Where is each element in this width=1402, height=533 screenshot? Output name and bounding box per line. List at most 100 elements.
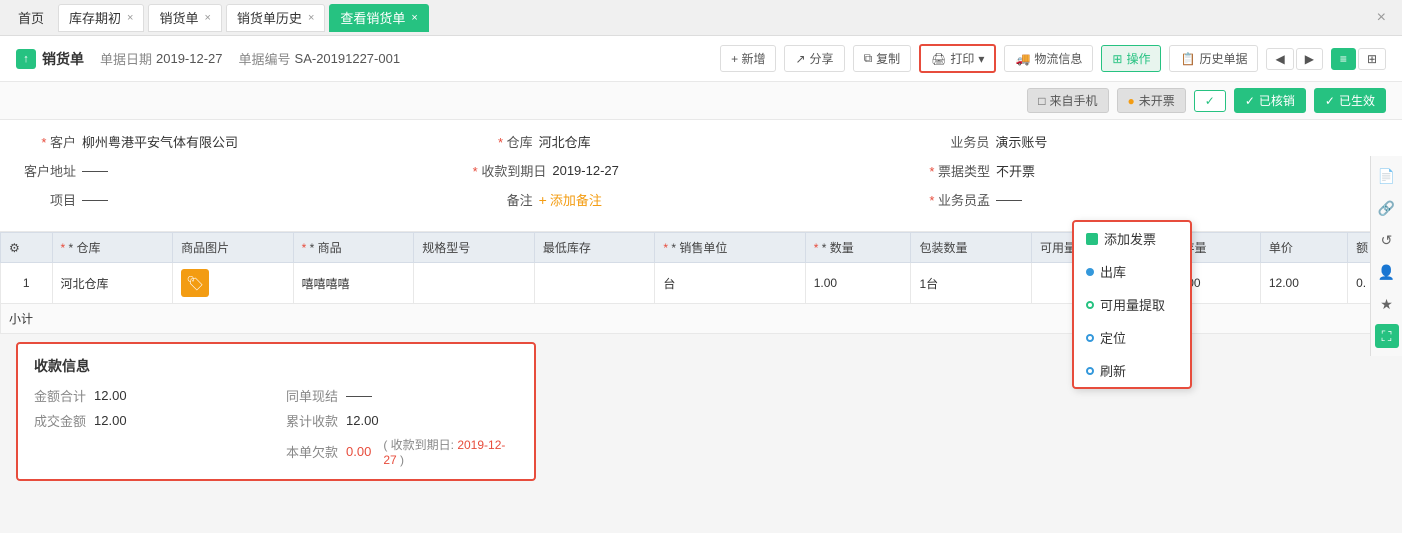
add-note-label: 添加备注 (550, 190, 602, 209)
due-date-value: 2019-12-27 (552, 163, 619, 178)
tab-sales-order-label: 销货单 (159, 8, 198, 27)
doc-number-value: SA-20191227-001 (295, 51, 401, 66)
effective-button[interactable]: ✓ 已生效 (1314, 88, 1386, 113)
right-sidebar: 📄 🔗 ↺ 👤 ★ ⛶ (1370, 156, 1402, 356)
operations-label: 操作 (1126, 50, 1150, 67)
voided-label: 已核销 (1259, 92, 1295, 109)
row-pkg-qty: 1台 (911, 263, 1032, 304)
not-open-icon: ● (1128, 94, 1135, 108)
row-spec (414, 263, 535, 304)
share-button[interactable]: ↗ 分享 (784, 45, 844, 72)
tab-home[interactable]: 首页 (8, 8, 54, 27)
new-button[interactable]: + 新增 (720, 45, 776, 72)
print-button[interactable]: 🖨 打印 ▾ (919, 44, 996, 73)
list-view-button[interactable]: ≡ (1331, 48, 1356, 70)
next-record-button[interactable]: ▶ (1296, 48, 1323, 70)
col-min-stock: 最低库存 (534, 233, 655, 263)
summary-grid: 金额合计 12.00 同单现结 —— 成交金额 12.00 累计收款 12.00… (34, 386, 518, 467)
logistics-button[interactable]: 🚚 物流信息 (1004, 45, 1093, 72)
sub-action-bar: □ 来自手机 ● 未开票 ✓ ✓ 已核销 ✓ 已生效 (0, 82, 1402, 120)
summary-deal-amount: 成交金额 12.00 (34, 411, 266, 430)
add-note-button[interactable]: + 添加备注 (539, 190, 602, 209)
summary-same-order-settlement: 同单现结 —— (286, 386, 518, 405)
cumulative-receipt-label: 累计收款 (286, 411, 338, 430)
product-image-icon: 🏷 (186, 275, 204, 292)
note-label: 备注 (473, 190, 533, 209)
summary-total-amount: 金额合计 12.00 (34, 386, 266, 405)
dropdown-add-invoice[interactable]: 添加发票 (1074, 222, 1190, 255)
warehouse-label: 仓库 (473, 132, 533, 151)
doc-date-field: 单据日期 2019-12-27 (100, 49, 223, 68)
add-invoice-checkbox-icon (1086, 233, 1098, 245)
print-icon: 🖨 (931, 52, 946, 66)
available-pickup-label: 可用量提取 (1100, 295, 1165, 314)
operations-button[interactable]: ⊞ 操作 (1101, 45, 1161, 72)
form-row-1: 客户 柳州粤港平安气体有限公司 仓库 河北仓库 业务员 演示账号 (16, 132, 1386, 151)
tab-bar: 首页 库存期初 × 销货单 × 销货单历史 × 查看销货单 × × (0, 0, 1402, 36)
tab-inventory-init-close[interactable]: × (127, 12, 133, 24)
sidebar-refresh-icon[interactable]: ↺ (1375, 228, 1399, 252)
product-image: 🏷 (181, 269, 209, 297)
copy-button[interactable]: ⧉ 复制 (853, 45, 912, 72)
voided-button[interactable]: ✓ 已核销 (1234, 88, 1306, 113)
confirm-button[interactable]: ✓ (1194, 90, 1226, 112)
same-order-settlement-label: 同单现结 (286, 386, 338, 405)
sidebar-doc-icon[interactable]: 📄 (1375, 164, 1399, 188)
history-button[interactable]: 📋 历史单据 (1169, 45, 1258, 72)
logistics-label: 物流信息 (1034, 50, 1082, 67)
col-pkg-qty: 包装数量 (911, 233, 1032, 263)
form-row-3: 项目 —— 备注 + 添加备注 业务员孟 —— (16, 190, 1386, 209)
project-label: 项目 (16, 190, 76, 209)
ticket-type-label: 票据类型 (929, 161, 990, 180)
due-date-field: 收款到期日 2019-12-27 (473, 161, 930, 180)
tab-sales-history[interactable]: 销货单历史 × (226, 4, 325, 32)
window-close-button[interactable]: × (1369, 9, 1394, 27)
dropdown-available-pickup[interactable]: 可用量提取 (1074, 288, 1190, 321)
customer-field: 客户 柳州粤港平安气体有限公司 (16, 132, 473, 151)
warehouse-value: 河北仓库 (539, 132, 591, 151)
effective-icon: ✓ (1325, 94, 1335, 108)
outbound-radio-icon (1086, 268, 1094, 276)
customer-label: 客户 (16, 132, 76, 151)
document-header: ↑ 销货单 单据日期 2019-12-27 单据编号 SA-20191227-0… (0, 36, 1402, 82)
warehouse-field: 仓库 河北仓库 (473, 132, 930, 151)
tab-view-sales-close[interactable]: × (411, 12, 417, 24)
summary-title: 收款信息 (34, 356, 518, 376)
tab-sales-order-close[interactable]: × (204, 12, 210, 24)
from-phone-button[interactable]: □ 来自手机 (1027, 88, 1108, 113)
row-product: 嘻嘻嘻嘻 (293, 263, 414, 304)
dropdown-locate[interactable]: 定位 (1074, 321, 1190, 354)
col-spec: 规格型号 (414, 233, 535, 263)
not-open-button[interactable]: ● 未开票 (1117, 88, 1186, 113)
order-due-hint: ( 收款到期日: 2019-12-27 ) (383, 436, 518, 467)
sidebar-star-icon[interactable]: ★ (1375, 292, 1399, 316)
document-meta: 单据日期 2019-12-27 单据编号 SA-20191227-001 (100, 49, 400, 68)
tab-view-sales[interactable]: 查看销货单 × (329, 4, 428, 32)
from-phone-label: 来自手机 (1050, 92, 1098, 109)
document-title-section: ↑ 销货单 (16, 49, 84, 69)
tab-sales-history-close[interactable]: × (308, 12, 314, 24)
main-content: 客户 柳州粤港平安气体有限公司 仓库 河北仓库 业务员 演示账号 客户地址 —— (0, 120, 1402, 481)
logistics-icon: 🚚 (1015, 52, 1030, 66)
prev-record-button[interactable]: ◀ (1266, 48, 1293, 70)
address-value: —— (82, 163, 108, 178)
tab-sales-order[interactable]: 销货单 × (148, 4, 221, 32)
add-invoice-label: 添加发票 (1104, 229, 1156, 248)
sidebar-expand-icon[interactable]: ⛶ (1375, 324, 1399, 348)
order-due-label: 本单欠款 (286, 442, 338, 461)
dropdown-outbound[interactable]: 出库 (1074, 255, 1190, 288)
summary-order-due: 本单欠款 0.00 ( 收款到期日: 2019-12-27 ) (286, 436, 518, 467)
grid-view-button[interactable]: ⊞ (1358, 48, 1386, 70)
project-field: 项目 —— (16, 190, 473, 209)
dropdown-refresh[interactable]: 刷新 (1074, 354, 1190, 387)
gear-icon[interactable]: ⚙ (9, 241, 20, 255)
available-pickup-radio-icon (1086, 301, 1094, 309)
nav-arrows: ◀ ▶ (1266, 48, 1322, 70)
sidebar-link-icon[interactable]: 🔗 (1375, 196, 1399, 220)
sidebar-user-icon[interactable]: 👤 (1375, 260, 1399, 284)
history-label: 历史单据 (1199, 50, 1247, 67)
tab-inventory-init-label: 库存期初 (69, 8, 121, 27)
tab-inventory-init[interactable]: 库存期初 × (58, 4, 144, 32)
form-area: 客户 柳州粤港平安气体有限公司 仓库 河北仓库 业务员 演示账号 客户地址 —— (0, 120, 1402, 232)
tab-view-sales-label: 查看销货单 (340, 8, 405, 27)
